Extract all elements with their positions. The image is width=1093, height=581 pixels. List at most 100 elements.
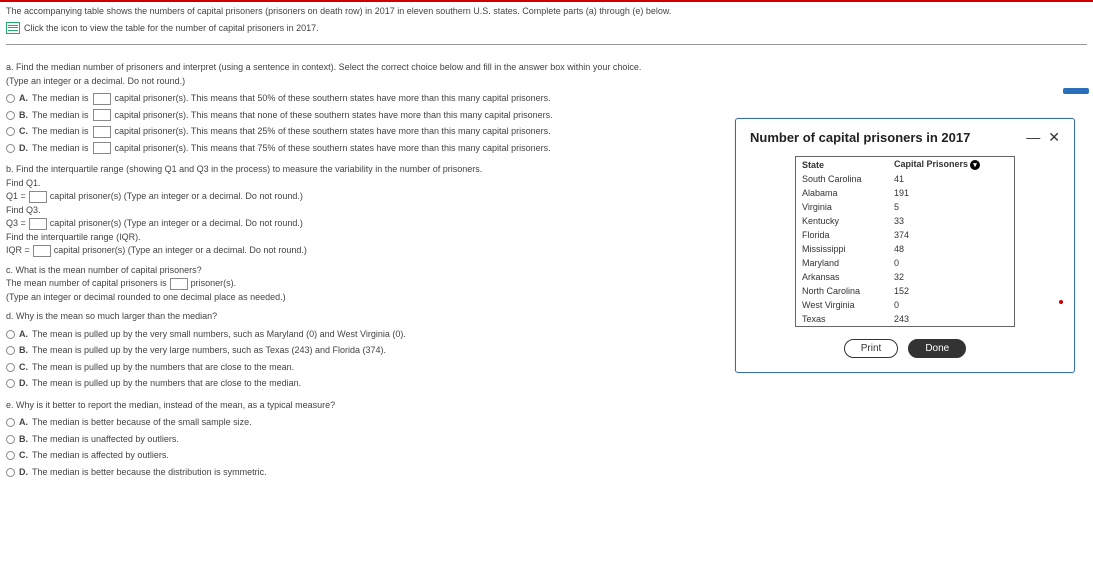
choice-text: capital prisoner(s). This means that 50%… <box>115 92 551 106</box>
mean-post: prisoner(s). <box>191 277 237 291</box>
col-header-state[interactable]: State <box>796 157 888 173</box>
divider <box>6 44 1087 45</box>
letter: C. <box>19 125 28 139</box>
letter: A. <box>19 92 28 106</box>
table-row: Texas243 <box>796 312 1015 327</box>
radio-d-B[interactable] <box>6 346 15 355</box>
radio-e-A[interactable] <box>6 418 15 427</box>
cell-state: Maryland <box>796 256 888 270</box>
popup-title: Number of capital prisoners in 2017 <box>750 130 970 145</box>
radio-d-D[interactable] <box>6 379 15 388</box>
intro-text: The accompanying table shows the numbers… <box>6 6 1087 16</box>
close-icon[interactable]: ✕ <box>1048 129 1060 146</box>
iqr-post: capital prisoner(s) (Type an integer or … <box>54 244 307 258</box>
cell-value: 152 <box>888 284 1015 298</box>
part-a-prompt: a. Find the median number of prisoners a… <box>6 61 1087 75</box>
choice-text: The mean is pulled up by the numbers tha… <box>32 361 294 375</box>
radio-a-C[interactable] <box>6 127 15 136</box>
choice-text: The median is better because of the smal… <box>32 416 252 430</box>
iqr-input[interactable] <box>33 245 51 257</box>
cell-state: West Virginia <box>796 298 888 312</box>
answer-box-a-B[interactable] <box>93 109 111 121</box>
q1-label: Q1 = <box>6 190 26 204</box>
part-a-hint: (Type an integer or a decimal. Do not ro… <box>6 75 1087 89</box>
choice-text: capital prisoner(s). This means that non… <box>115 109 553 123</box>
answer-box-a-D[interactable] <box>93 142 111 154</box>
mean-input[interactable] <box>170 278 188 290</box>
marker-dot <box>1059 300 1063 304</box>
choice-text: The median is unaffected by outliers. <box>32 433 179 447</box>
table-row: Virginia5 <box>796 200 1015 214</box>
q1-post: capital prisoner(s) (Type an integer or … <box>50 190 303 204</box>
cell-value: 48 <box>888 242 1015 256</box>
cell-value: 41 <box>888 172 1015 186</box>
minimize-icon[interactable]: — <box>1026 129 1040 146</box>
choice-text: The mean is pulled up by the very small … <box>32 328 406 342</box>
table-row: Kentucky33 <box>796 214 1015 228</box>
table-row: Florida374 <box>796 228 1015 242</box>
choice-text: The median is <box>32 125 89 139</box>
choice-text: The median is affected by outliers. <box>32 449 169 463</box>
sort-icon[interactable]: ▾ <box>970 160 980 170</box>
answer-box-a-C[interactable] <box>93 126 111 138</box>
cell-value: 0 <box>888 256 1015 270</box>
radio-e-D[interactable] <box>6 468 15 477</box>
cell-state: Arkansas <box>796 270 888 284</box>
radio-a-A[interactable] <box>6 94 15 103</box>
cell-value: 243 <box>888 312 1015 327</box>
choice-text: capital prisoner(s). This means that 25%… <box>115 125 551 139</box>
table-icon[interactable] <box>6 22 20 34</box>
letter: D. <box>19 377 28 391</box>
cell-state: Florida <box>796 228 888 242</box>
letter: C. <box>19 449 28 463</box>
choice-text: The median is <box>32 92 89 106</box>
choice-text: The mean is pulled up by the numbers tha… <box>32 377 301 391</box>
choice-text: The median is <box>32 142 89 156</box>
cell-value: 5 <box>888 200 1015 214</box>
table-row: South Carolina41 <box>796 172 1015 186</box>
data-table: State Capital Prisoners▾ South Carolina4… <box>795 156 1015 327</box>
table-row: Maryland0 <box>796 256 1015 270</box>
letter: A. <box>19 416 28 430</box>
cell-state: Texas <box>796 312 888 327</box>
table-row: Mississippi48 <box>796 242 1015 256</box>
q3-input[interactable] <box>29 218 47 230</box>
cell-state: Kentucky <box>796 214 888 228</box>
cell-value: 374 <box>888 228 1015 242</box>
part-e-prompt: e. Why is it better to report the median… <box>6 399 1087 413</box>
cell-state: Alabama <box>796 186 888 200</box>
letter: D. <box>19 142 28 156</box>
iqr-label: IQR = <box>6 244 30 258</box>
q1-input[interactable] <box>29 191 47 203</box>
letter: B. <box>19 344 28 358</box>
table-row: North Carolina152 <box>796 284 1015 298</box>
cell-state: North Carolina <box>796 284 888 298</box>
cell-state: South Carolina <box>796 172 888 186</box>
radio-e-B[interactable] <box>6 435 15 444</box>
choice-text: The median is better because the distrib… <box>32 466 267 480</box>
mean-pre: The mean number of capital prisoners is <box>6 277 167 291</box>
letter: D. <box>19 466 28 480</box>
letter: B. <box>19 433 28 447</box>
cell-state: Mississippi <box>796 242 888 256</box>
table-row: Arkansas32 <box>796 270 1015 284</box>
choice-text: The mean is pulled up by the very large … <box>32 344 386 358</box>
radio-a-D[interactable] <box>6 144 15 153</box>
radio-a-B[interactable] <box>6 111 15 120</box>
icon-caption: Click the icon to view the table for the… <box>24 23 319 33</box>
print-button[interactable]: Print <box>844 339 899 358</box>
cell-value: 0 <box>888 298 1015 312</box>
cell-value: 191 <box>888 186 1015 200</box>
answer-box-a-A[interactable] <box>93 93 111 105</box>
scrollbar-thumb[interactable] <box>1063 88 1089 94</box>
done-button[interactable]: Done <box>908 339 966 358</box>
letter: A. <box>19 328 28 342</box>
col-header-value[interactable]: Capital Prisoners▾ <box>888 157 1015 173</box>
choice-text: capital prisoner(s). This means that 75%… <box>115 142 551 156</box>
table-row: West Virginia0 <box>796 298 1015 312</box>
cell-state: Virginia <box>796 200 888 214</box>
radio-d-A[interactable] <box>6 330 15 339</box>
radio-d-C[interactable] <box>6 363 15 372</box>
radio-e-C[interactable] <box>6 451 15 460</box>
table-row: Alabama191 <box>796 186 1015 200</box>
